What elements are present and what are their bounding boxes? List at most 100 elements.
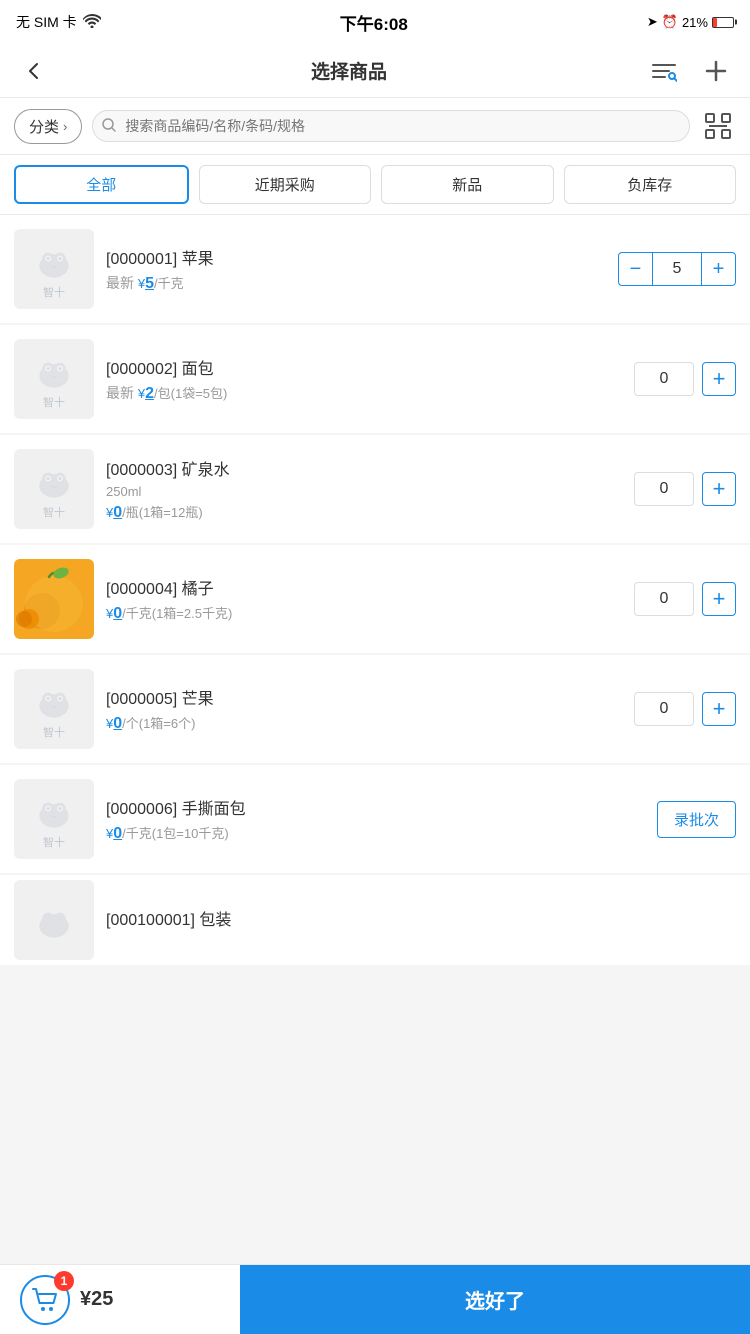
product-price: 最新 ¥5/千克 [106, 273, 606, 293]
product-thumbnail [14, 880, 94, 960]
back-button[interactable] [16, 53, 52, 89]
tab-all[interactable]: 全部 [14, 165, 189, 204]
cart-total: ¥25 [80, 1288, 113, 1311]
quantity-input[interactable] [634, 692, 694, 726]
product-price: ¥0/瓶(1箱=12瓶) [106, 502, 622, 522]
status-left: 无 SIM 卡 [16, 12, 101, 32]
location-icon: ➤ [647, 14, 658, 30]
product-name: [0000001] 苹果 [106, 245, 606, 269]
product-price: ¥0/千克(1箱=2.5千克) [106, 603, 622, 623]
price-unit: /个(1箱=6个) [122, 716, 195, 731]
quantity-input[interactable] [634, 472, 694, 506]
table-row: 智十 [0000005] 芒果 ¥0/个(1箱=6个) + [0, 655, 750, 763]
product-name: [0000002] 面包 [106, 355, 622, 379]
price-value: 0 [113, 825, 122, 842]
status-right: ➤ ⏰ 21% [647, 14, 734, 30]
status-time: 下午6:08 [340, 10, 408, 35]
cart-section: 1 ¥25 [0, 1275, 240, 1325]
product-info: [0000006] 手撕面包 ¥0/千克(1包=10千克) [106, 795, 645, 843]
quantity-control: + [634, 472, 736, 506]
price-value: 0 [113, 605, 122, 622]
plus-button[interactable]: + [702, 252, 736, 286]
product-thumbnail [14, 559, 94, 639]
toolbar: 分类 › [0, 98, 750, 155]
quantity-control: + [634, 582, 736, 616]
filter-tabs: 全部 近期采购 新品 负库存 [0, 155, 750, 215]
chevron-right-icon: › [63, 119, 67, 134]
wifi-icon [83, 14, 101, 31]
product-info: [0000001] 苹果 最新 ¥5/千克 [106, 245, 606, 293]
price-value: 0 [113, 715, 122, 732]
product-price: ¥0/千克(1包=10千克) [106, 823, 645, 843]
category-label: 分类 [29, 116, 59, 137]
cart-button[interactable]: 1 [20, 1275, 70, 1325]
product-spec: 250ml [106, 484, 622, 499]
product-info: [0000005] 芒果 ¥0/个(1箱=6个) [106, 685, 622, 733]
plus-button[interactable]: + [702, 582, 736, 616]
product-thumbnail: 智十 [14, 339, 94, 419]
product-info: [0000002] 面包 最新 ¥2/包(1袋=5包) [106, 355, 622, 403]
add-icon-button[interactable] [698, 53, 734, 89]
page-title: 选择商品 [311, 57, 387, 84]
product-name: [000100001] 包装 [106, 906, 736, 930]
product-info: [0000003] 矿泉水 250ml ¥0/瓶(1箱=12瓶) [106, 456, 622, 522]
price-unit: /千克(1包=10千克) [122, 826, 229, 841]
quantity-input[interactable] [634, 582, 694, 616]
quantity-control: − + [618, 252, 736, 286]
tab-recent[interactable]: 近期采购 [199, 165, 372, 204]
tab-new[interactable]: 新品 [381, 165, 554, 204]
table-row: 智十 [0000003] 矿泉水 250ml ¥0/瓶(1箱=12瓶) + [0, 435, 750, 543]
price-label: 最新 [106, 385, 134, 401]
product-price: ¥0/个(1箱=6个) [106, 713, 622, 733]
price-value: 5 [145, 275, 154, 292]
price-unit: /包(1袋=5包) [154, 386, 227, 401]
batch-record-button[interactable]: 录批次 [657, 801, 736, 838]
confirm-button[interactable]: 选好了 [240, 1265, 750, 1334]
table-row: [000100001] 包装 [0, 875, 750, 965]
tab-negative[interactable]: 负库存 [564, 165, 737, 204]
product-name: [0000005] 芒果 [106, 685, 622, 709]
category-button[interactable]: 分类 › [14, 109, 82, 144]
status-bar: 无 SIM 卡 下午6:08 ➤ ⏰ 21% [0, 0, 750, 44]
product-name: [0000004] 橘子 [106, 575, 622, 599]
cart-badge: 1 [54, 1271, 74, 1291]
product-info: [0000004] 橘子 ¥0/千克(1箱=2.5千克) [106, 575, 622, 623]
table-row: [0000004] 橘子 ¥0/千克(1箱=2.5千克) + [0, 545, 750, 653]
battery-icon [712, 17, 734, 28]
product-name: [0000003] 矿泉水 [106, 456, 622, 480]
quantity-control: + [634, 362, 736, 396]
price-unit: /千克(1箱=2.5千克) [122, 606, 232, 621]
product-thumbnail: 智十 [14, 669, 94, 749]
plus-button[interactable]: + [702, 362, 736, 396]
price-unit: /瓶(1箱=12瓶) [122, 505, 203, 520]
price-value: 0 [113, 504, 122, 521]
carrier-label: 无 SIM 卡 [16, 12, 77, 32]
product-thumbnail: 智十 [14, 449, 94, 529]
product-info: [000100001] 包装 [106, 906, 736, 934]
bottom-bar: 1 ¥25 选好了 [0, 1264, 750, 1334]
table-row: 智十 [0000006] 手撕面包 ¥0/千克(1包=10千克) 录批次 [0, 765, 750, 873]
plus-button[interactable]: + [702, 472, 736, 506]
nav-bar: 选择商品 [0, 44, 750, 98]
quantity-input[interactable] [634, 362, 694, 396]
product-name: [0000006] 手撕面包 [106, 795, 645, 819]
battery-label: 21% [682, 15, 708, 30]
quantity-input[interactable] [652, 252, 702, 286]
minus-button[interactable]: − [618, 252, 652, 286]
scan-button[interactable] [700, 108, 736, 144]
price-value: 2 [145, 385, 154, 402]
search-wrapper [92, 110, 690, 142]
alarm-icon: ⏰ [662, 14, 678, 30]
filter-icon-button[interactable] [646, 53, 682, 89]
product-list: 智十 [0000001] 苹果 最新 ¥5/千克 − + [0, 215, 750, 965]
product-thumbnail: 智十 [14, 229, 94, 309]
price-label: 最新 [106, 275, 134, 291]
quantity-control: + [634, 692, 736, 726]
price-unit: /千克 [154, 276, 184, 291]
product-price: 最新 ¥2/包(1袋=5包) [106, 383, 622, 403]
nav-actions [646, 53, 734, 89]
table-row: 智十 [0000002] 面包 最新 ¥2/包(1袋=5包) + [0, 325, 750, 433]
search-input[interactable] [92, 110, 690, 142]
product-thumbnail: 智十 [14, 779, 94, 859]
plus-button[interactable]: + [702, 692, 736, 726]
